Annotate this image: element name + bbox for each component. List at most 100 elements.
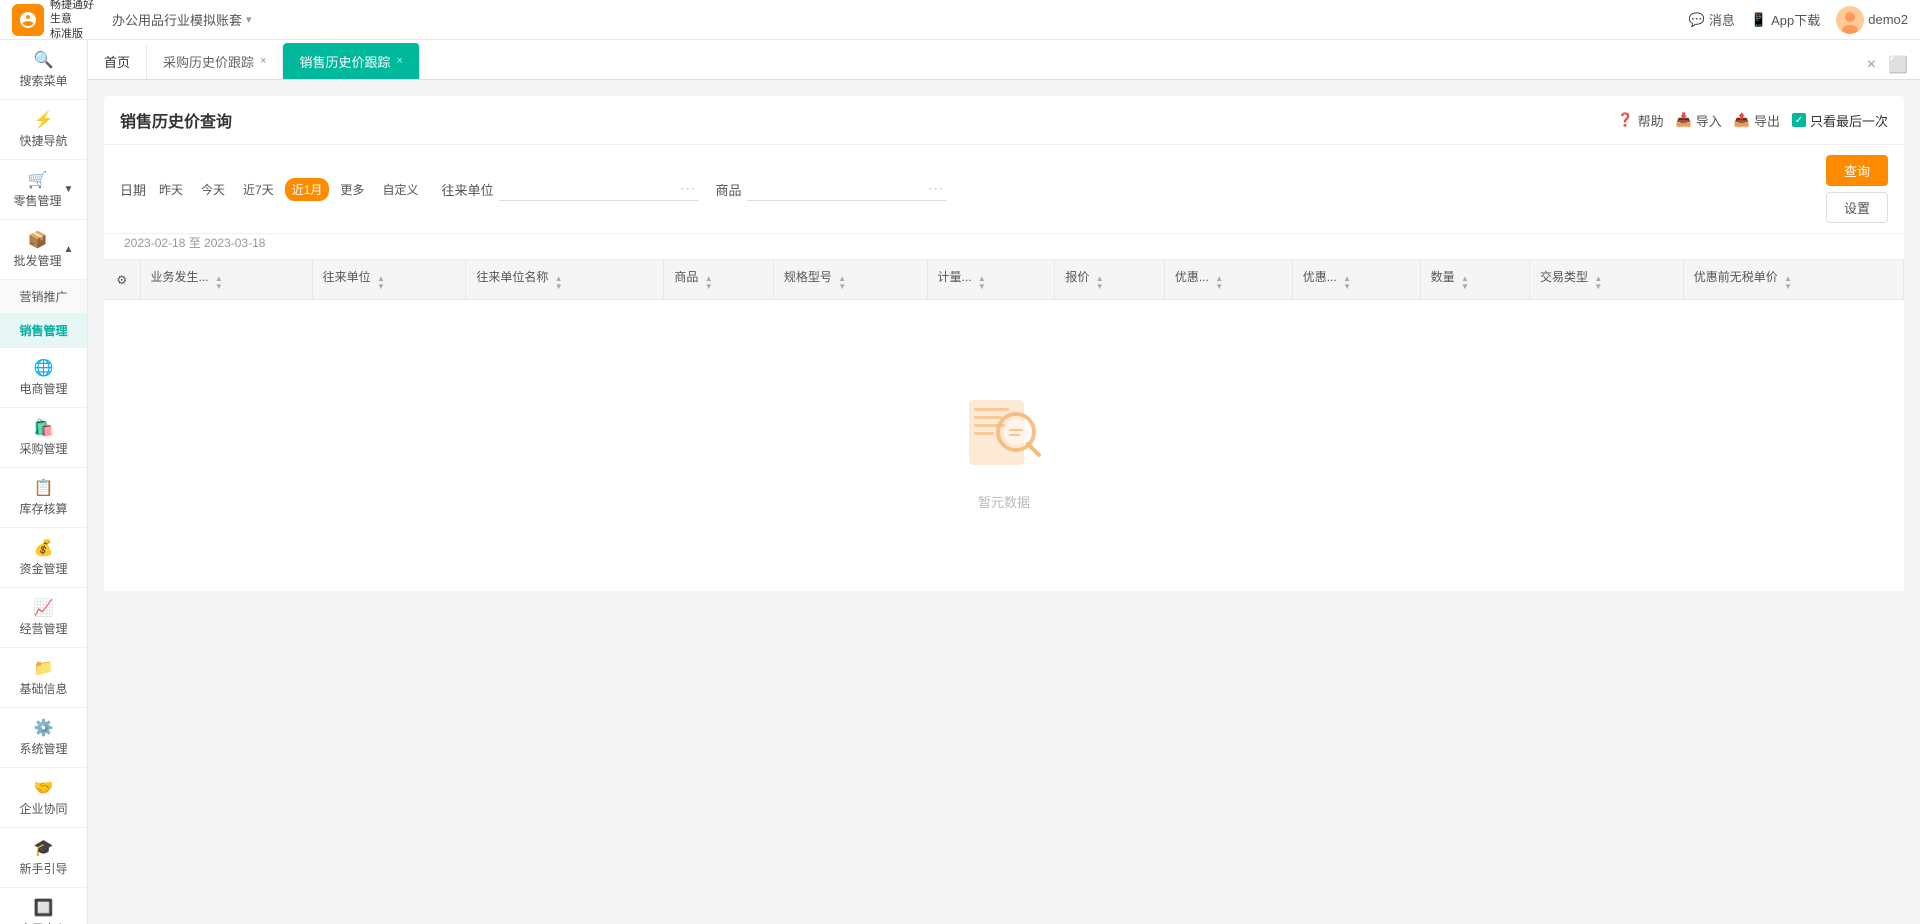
sort-discount2: ▲▼	[1343, 275, 1351, 291]
settings-button[interactable]: 设置	[1826, 192, 1888, 223]
app-dropdown[interactable]: ▾	[246, 13, 252, 26]
date-btn-1month[interactable]: 近1月	[285, 178, 330, 201]
th-product[interactable]: 商品 ▲▼	[664, 260, 773, 300]
only-last-checkbox[interactable]: ✓	[1792, 113, 1806, 127]
partner-input-dots[interactable]: ···	[679, 180, 695, 198]
date-btn-more[interactable]: 更多	[333, 178, 371, 201]
product-label: 商品	[715, 180, 741, 199]
logo: 畅捷通好生意 标准版	[12, 0, 100, 41]
product-input-dots[interactable]: ···	[928, 180, 944, 198]
sidebar-item-ecommerce-mgmt[interactable]: 🌐 电商管理	[0, 348, 87, 408]
message-icon: 💬	[1689, 12, 1705, 28]
only-last-label[interactable]: ✓ 只看最后一次	[1792, 111, 1888, 130]
topbar-right: 💬 消息 📱 App下载 demo2	[1689, 6, 1908, 34]
sidebar-item-inventory[interactable]: 📋 库存核算	[0, 468, 87, 528]
th-partner-code[interactable]: 往来单位 ▲▼	[312, 260, 466, 300]
th-spec[interactable]: 规格型号 ▲▼	[773, 260, 927, 300]
partner-label: 往来单位	[441, 180, 493, 199]
table-wrap: ⚙ 业务发生... ▲▼ 往来单位 ▲▼	[104, 260, 1904, 591]
message-btn[interactable]: 💬 消息	[1689, 10, 1735, 29]
sidebar-item-basic-info[interactable]: 📁 基础信息	[0, 648, 87, 708]
product-input-wrap: ···	[747, 178, 947, 201]
th-quantity[interactable]: 数量 ▲▼	[1420, 260, 1529, 300]
import-icon: 📥	[1676, 112, 1692, 128]
product-input[interactable]	[751, 181, 927, 196]
sort-partner-code: ▲▼	[377, 275, 385, 291]
date-label: 日期	[120, 180, 146, 199]
inner-content: 销售历史价查询 ❓ 帮助 📥 导入 📤 导出	[104, 96, 1904, 908]
help-icon: ❓	[1617, 112, 1633, 128]
close-sales-history-tab[interactable]: ×	[396, 55, 402, 67]
date-range-row: 2023-02-18 至 2023-03-18	[104, 234, 1904, 260]
sidebar: 🔍 搜索菜单 ⚡ 快捷导航 🛒 零售管理 ▼ 📦 批发管理 ▲ 营销推广	[0, 40, 88, 924]
sidebar-item-sales-mgmt[interactable]: 销售管理	[0, 314, 87, 348]
page-content: 销售历史价查询 ❓ 帮助 📥 导入 📤 导出	[88, 80, 1920, 924]
date-btn-7days[interactable]: 近7天	[236, 178, 281, 201]
user-btn[interactable]: demo2	[1836, 6, 1908, 34]
gear-icon: ⚙	[116, 273, 127, 287]
system-icon: ⚙️	[4, 718, 83, 738]
import-action[interactable]: 📥 导入	[1676, 111, 1722, 130]
sidebar-item-retail-mgmt[interactable]: 🛒 零售管理 ▼	[0, 160, 87, 220]
table-container: ⚙ 业务发生... ▲▼ 往来单位 ▲▼	[104, 260, 1904, 908]
sidebar-item-wholesale-mgmt[interactable]: 📦 批发管理 ▲	[0, 220, 87, 280]
chevron-down-icon: ▼	[64, 184, 74, 195]
search-icon: 🔍	[4, 50, 83, 70]
sidebar-item-enterprise-coop[interactable]: 🤝 企业协同	[0, 768, 87, 828]
sort-quantity: ▲▼	[1461, 275, 1469, 291]
sidebar-item-finance-mgmt[interactable]: 💰 资金管理	[0, 528, 87, 588]
maximize-btn[interactable]: ⬜	[1884, 51, 1912, 79]
th-partner-name[interactable]: 往来单位名称 ▲▼	[466, 260, 664, 300]
finance-icon: 💰	[4, 538, 83, 558]
sidebar-item-system-mgmt[interactable]: ⚙️ 系统管理	[0, 708, 87, 768]
tab-home[interactable]: 首页	[88, 43, 147, 79]
sidebar-item-new-guide[interactable]: 🎓 新手引导	[0, 828, 87, 888]
sidebar-item-search-menu[interactable]: 🔍 搜索菜单	[0, 40, 87, 100]
avatar	[1836, 6, 1864, 34]
th-quote[interactable]: 报价 ▲▼	[1055, 260, 1164, 300]
date-range-display: 2023-02-18 至 2023-03-18	[124, 236, 265, 250]
th-unit[interactable]: 计量... ▲▼	[927, 260, 1055, 300]
product-filter: 商品 ···	[715, 178, 947, 201]
partner-input[interactable]	[503, 181, 679, 196]
sidebar-item-operation-mgmt[interactable]: 📈 经营管理	[0, 588, 87, 648]
app-download-btn[interactable]: 📱 App下载	[1751, 10, 1820, 29]
table-header-row: ⚙ 业务发生... ▲▼ 往来单位 ▲▼	[104, 260, 1904, 300]
sort-trade-type: ▲▼	[1594, 275, 1602, 291]
topbar: 畅捷通好生意 标准版 办公用品行业模拟账套 ▾ 💬 消息 📱 App下载 dem…	[0, 0, 1920, 40]
sidebar-item-purchase-mgmt[interactable]: 🛍️ 采购管理	[0, 408, 87, 468]
topbar-center: 办公用品行业模拟账套 ▾	[100, 10, 1689, 29]
basic-info-icon: 📁	[4, 658, 83, 678]
date-btn-yesterday[interactable]: 昨天	[152, 178, 190, 201]
filter-bar: 日期 昨天 今天 近7天 近1月 更多 自定义 往来单位	[104, 145, 1904, 234]
sidebar-item-app-center[interactable]: 🔲 应用中心	[0, 888, 87, 924]
tab-purchase-history[interactable]: 采购历史价跟踪 ×	[147, 43, 283, 79]
th-discount1[interactable]: 优惠... ▲▼	[1164, 260, 1292, 300]
th-pretax-price[interactable]: 优惠前无税单价 ▲▼	[1683, 260, 1903, 300]
th-trade-type[interactable]: 交易类型 ▲▼	[1530, 260, 1684, 300]
sort-biz-date: ▲▼	[215, 275, 223, 291]
ecommerce-icon: 🌐	[4, 358, 83, 378]
help-action[interactable]: ❓ 帮助	[1617, 111, 1663, 130]
tab-sales-history[interactable]: 销售历史价跟踪 ×	[283, 43, 419, 79]
date-btn-custom[interactable]: 自定义	[375, 178, 425, 201]
close-purchase-history-tab[interactable]: ×	[260, 55, 266, 67]
new-guide-icon: 🎓	[4, 838, 83, 858]
th-gear[interactable]: ⚙	[104, 260, 140, 300]
partner-filter: 往来单位 ···	[441, 178, 699, 201]
date-btn-today[interactable]: 今天	[194, 178, 232, 201]
wholesale-icon: 📦	[14, 230, 62, 250]
sidebar-item-quick-nav[interactable]: ⚡ 快捷导航	[0, 100, 87, 160]
empty-state: 暂元数据	[104, 300, 1904, 591]
sort-unit: ▲▼	[978, 275, 986, 291]
th-discount2[interactable]: 优惠... ▲▼	[1292, 260, 1420, 300]
sidebar-item-marketing[interactable]: 营销推广	[0, 280, 87, 314]
app-download-icon: 📱	[1751, 12, 1767, 28]
sort-pretax-price: ▲▼	[1784, 275, 1792, 291]
close-all-tabs-btn[interactable]: ×	[1863, 52, 1880, 78]
partner-input-wrap: ···	[499, 178, 699, 201]
export-action[interactable]: 📤 导出	[1734, 111, 1780, 130]
query-button[interactable]: 查询	[1826, 155, 1888, 186]
query-actions: 查询 设置	[1826, 155, 1888, 223]
th-biz-date[interactable]: 业务发生... ▲▼	[140, 260, 312, 300]
